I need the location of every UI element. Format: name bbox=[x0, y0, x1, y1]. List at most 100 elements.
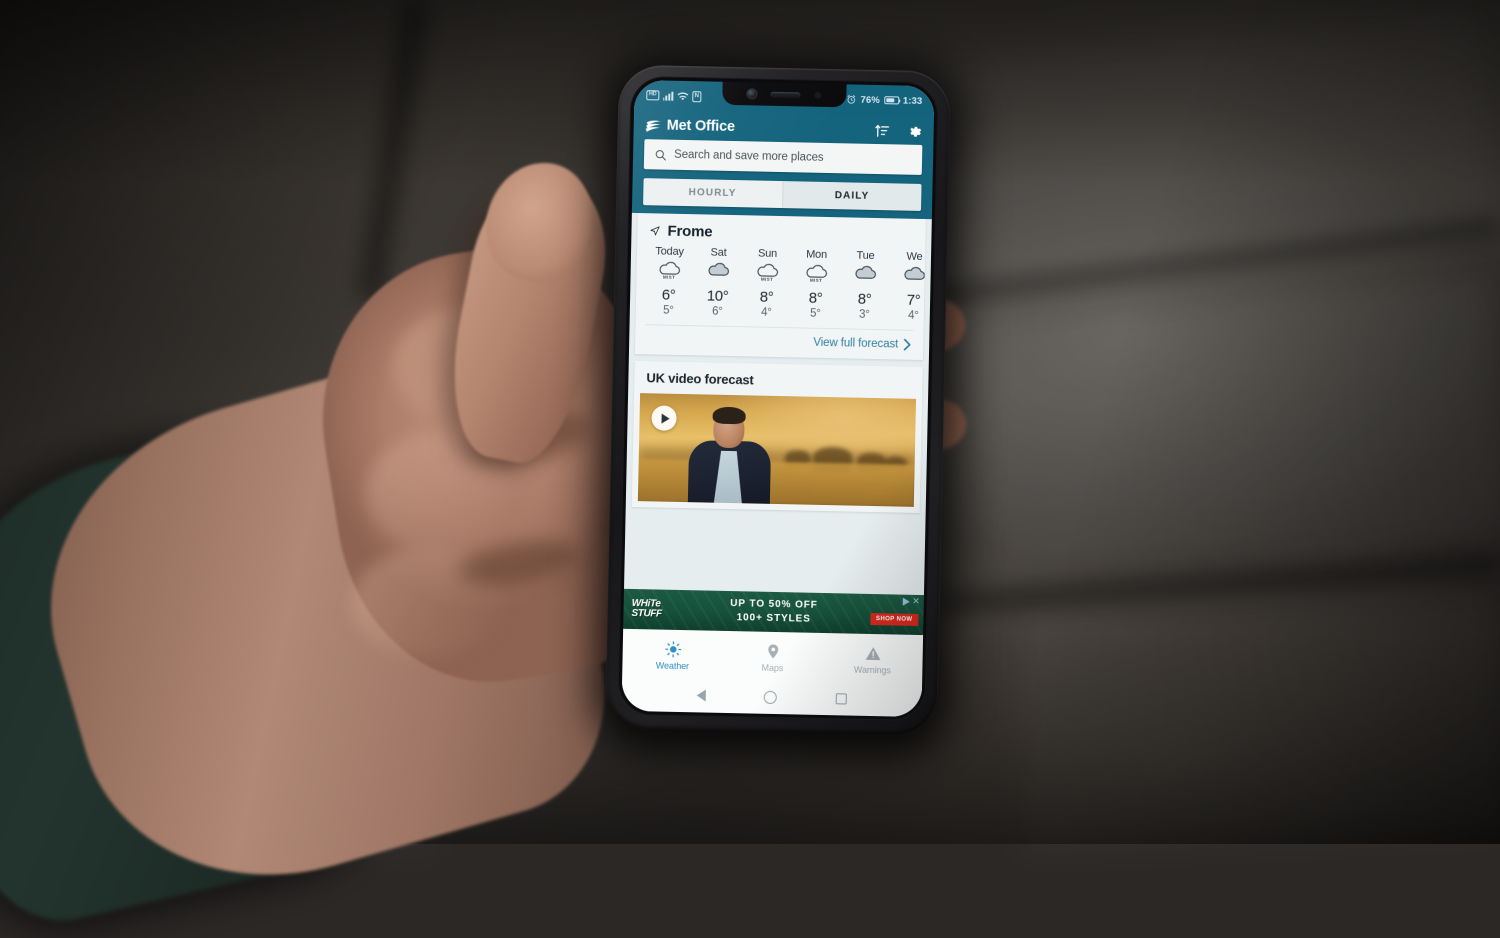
day-label: Sun bbox=[758, 248, 777, 260]
view-full-forecast-label: View full forecast bbox=[813, 337, 898, 351]
ad-copy-line2: 100+ STYLES bbox=[684, 610, 863, 628]
temp-high: 8° bbox=[760, 289, 774, 306]
forecast-day-2[interactable]: Sun MIST 8° 4° bbox=[742, 247, 792, 319]
temp-high: 7° bbox=[907, 292, 921, 309]
ad-copy: UP TO 50% OFF 100+ STYLES bbox=[684, 596, 863, 628]
nav-item-maps[interactable]: Maps bbox=[722, 641, 823, 673]
pavement-slab bbox=[970, 278, 1500, 582]
temp-high: 8° bbox=[858, 291, 872, 308]
temp-low: 6° bbox=[712, 306, 723, 318]
home-circle-icon[interactable] bbox=[764, 690, 777, 703]
chevron-right-icon bbox=[903, 339, 911, 351]
sort-reorder-icon[interactable] bbox=[875, 122, 890, 137]
cloud-icon bbox=[901, 264, 925, 289]
forecast-day-3[interactable]: Mon MIST 8° 5° bbox=[791, 248, 841, 320]
temp-low: 4° bbox=[908, 310, 919, 322]
tab-daily[interactable]: DAILY bbox=[782, 181, 922, 211]
battery-icon bbox=[884, 96, 899, 104]
uk-video-forecast-card: UK video forecast bbox=[632, 361, 923, 513]
sun-icon bbox=[664, 640, 681, 657]
cloud-mist-icon: MIST bbox=[803, 262, 829, 287]
day-label: Sat bbox=[710, 247, 726, 259]
android-status-bar: HD N bbox=[634, 80, 935, 116]
nav-label-weather: Weather bbox=[656, 660, 689, 671]
ad-banner[interactable]: WHiTe STUFF UP TO 50% OFF 100+ STYLES SH… bbox=[623, 589, 924, 635]
smartphone: HD N bbox=[605, 65, 951, 736]
alarm-clock-icon bbox=[846, 94, 856, 104]
pavement-slab bbox=[920, 11, 1500, 298]
android-navigation-bar bbox=[621, 677, 922, 717]
video-thumbnail[interactable] bbox=[638, 393, 916, 507]
header-actions bbox=[875, 122, 922, 138]
status-bar-right-icons: 76% 1:33 bbox=[846, 94, 922, 107]
location-arrow-icon bbox=[649, 225, 660, 236]
front-camera-icon bbox=[747, 89, 756, 98]
search-input[interactable]: Search and save more places bbox=[644, 139, 923, 175]
day-label: Mon bbox=[806, 249, 827, 261]
temp-high: 8° bbox=[809, 290, 823, 307]
app-brand: Met Office bbox=[646, 117, 735, 135]
weather-caption: MIST bbox=[663, 275, 675, 281]
tab-hourly[interactable]: HOURLY bbox=[643, 178, 782, 208]
met-office-wave-logo-icon bbox=[646, 119, 662, 132]
view-full-forecast-link[interactable]: View full forecast bbox=[635, 325, 924, 360]
phone-screen: HD N bbox=[621, 80, 934, 717]
ad-cta-button[interactable]: SHOP NOW bbox=[870, 612, 919, 625]
temp-high: 6° bbox=[662, 287, 676, 304]
adchoices-icon[interactable] bbox=[903, 597, 910, 605]
temp-low: 4° bbox=[761, 307, 772, 319]
cloud-icon bbox=[705, 259, 731, 284]
nav-item-weather[interactable]: Weather bbox=[622, 639, 723, 671]
earpiece-speaker bbox=[770, 91, 800, 98]
temp-low: 3° bbox=[859, 309, 870, 321]
phone-bezel: HD N bbox=[617, 76, 938, 721]
day-label: Tue bbox=[856, 250, 874, 262]
cloud-mist-icon: MIST bbox=[754, 260, 780, 285]
search-icon bbox=[654, 148, 667, 161]
nav-item-warnings[interactable]: Warnings bbox=[822, 643, 923, 675]
daily-forecast-card: Frome Today MIST bbox=[635, 213, 926, 360]
temp-low: 5° bbox=[663, 305, 674, 317]
app-title: Met Office bbox=[667, 118, 735, 135]
temp-high: 10° bbox=[707, 287, 729, 304]
forecast-day-5[interactable]: We 7° 4° bbox=[889, 250, 926, 322]
bottom-navigation-bar: Weather Maps Warning bbox=[622, 629, 923, 683]
map-pin-icon bbox=[764, 642, 781, 659]
play-button-icon[interactable] bbox=[651, 405, 677, 431]
nav-label-warnings: Warnings bbox=[854, 664, 891, 675]
forecast-day-1[interactable]: Sat 10° 6° bbox=[693, 246, 743, 318]
proximity-sensor bbox=[814, 92, 821, 99]
nav-label-maps: Maps bbox=[761, 662, 783, 672]
content-scroll-area[interactable]: Frome Today MIST bbox=[624, 213, 932, 595]
field-foreground bbox=[638, 459, 915, 507]
wifi-icon bbox=[677, 91, 688, 100]
back-triangle-icon[interactable] bbox=[697, 689, 706, 701]
day-label: Today bbox=[655, 245, 684, 258]
daily-forecast-row: Today MIST 6° 5° bbox=[636, 243, 926, 328]
weather-caption: MIST bbox=[810, 278, 822, 284]
pavement-seam bbox=[357, 0, 430, 300]
gear-icon[interactable] bbox=[907, 123, 922, 138]
location-name: Frome bbox=[667, 223, 712, 241]
nfc-icon: N bbox=[692, 91, 702, 102]
volte-icon: HD bbox=[646, 90, 659, 100]
forecast-day-4[interactable]: Tue 8° 3° bbox=[840, 249, 890, 321]
forecast-day-0[interactable]: Today MIST 6° 5° bbox=[644, 245, 694, 317]
advertiser-logo: WHiTe STUFF bbox=[631, 599, 677, 620]
search-placeholder: Search and save more places bbox=[674, 149, 824, 164]
close-icon[interactable]: ✕ bbox=[912, 597, 920, 606]
status-bar-left-icons: HD N bbox=[646, 90, 701, 102]
signal-bars-icon bbox=[663, 91, 673, 100]
clock-label: 1:33 bbox=[903, 95, 923, 106]
temp-low: 5° bbox=[810, 308, 821, 320]
advertiser-logo-line2: STUFF bbox=[631, 609, 677, 620]
cloud-icon bbox=[852, 263, 878, 288]
ad-choices-controls[interactable]: ✕ bbox=[903, 597, 920, 606]
pavement-seam bbox=[940, 555, 1500, 612]
recents-square-icon[interactable] bbox=[835, 693, 846, 704]
pavement-seam bbox=[901, 218, 1498, 307]
battery-percent-label: 76% bbox=[860, 94, 880, 105]
weather-caption: MIST bbox=[761, 277, 773, 283]
pavement-slab bbox=[1014, 588, 1500, 853]
cloud-mist-icon: MIST bbox=[656, 258, 682, 283]
